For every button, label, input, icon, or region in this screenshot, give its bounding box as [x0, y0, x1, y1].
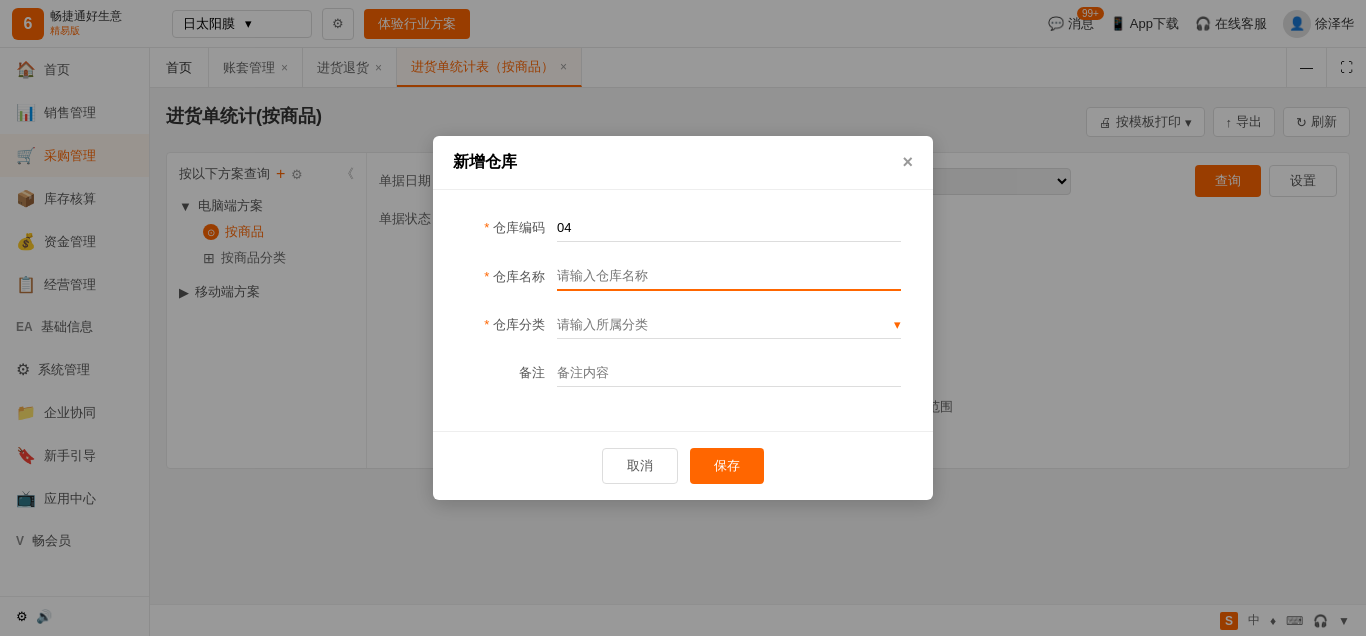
code-label: * 仓库编码: [465, 219, 545, 237]
remark-input[interactable]: [557, 359, 901, 387]
modal-close-icon[interactable]: ×: [902, 152, 913, 173]
warehouse-code-input[interactable]: [557, 214, 901, 242]
modal-body: * 仓库编码 * 仓库名称 * 仓库分类: [433, 190, 933, 431]
modal-header: 新增仓库 ×: [433, 136, 933, 190]
modal-overlay[interactable]: 新增仓库 × * 仓库编码 * 仓库名称: [0, 0, 1366, 636]
save-button[interactable]: 保存: [690, 448, 764, 484]
form-row-code: * 仓库编码: [465, 214, 901, 242]
form-row-category: * 仓库分类 ▾: [465, 311, 901, 339]
cancel-button[interactable]: 取消: [602, 448, 678, 484]
modal-title: 新增仓库: [453, 152, 517, 173]
new-warehouse-modal: 新增仓库 × * 仓库编码 * 仓库名称: [433, 136, 933, 500]
remark-label: 备注: [465, 364, 545, 382]
warehouse-name-input[interactable]: [557, 262, 901, 291]
category-select-wrap[interactable]: ▾: [557, 311, 901, 339]
category-label: * 仓库分类: [465, 316, 545, 334]
form-row-remark: 备注: [465, 359, 901, 387]
modal-footer: 取消 保存: [433, 431, 933, 500]
category-dropdown-icon[interactable]: ▾: [894, 317, 901, 332]
name-label: * 仓库名称: [465, 268, 545, 286]
category-input[interactable]: [557, 317, 894, 332]
form-row-name: * 仓库名称: [465, 262, 901, 291]
